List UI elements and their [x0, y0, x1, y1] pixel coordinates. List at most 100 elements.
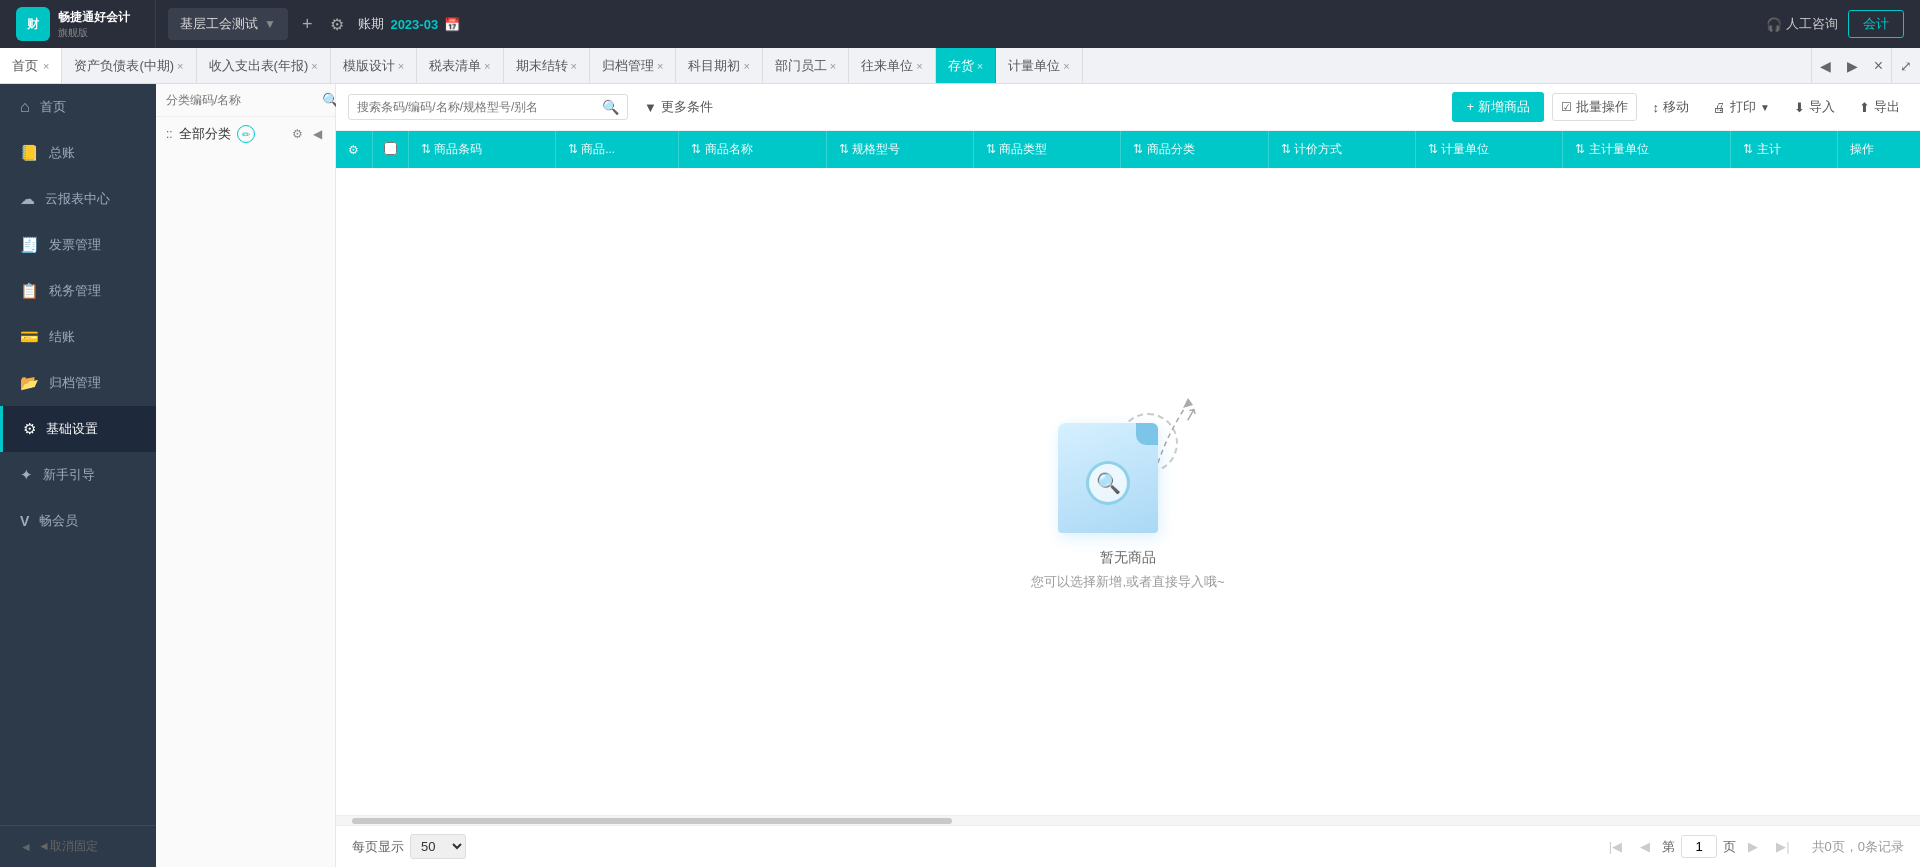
th-checkbox[interactable]: [372, 131, 408, 168]
empty-state: ↗: [336, 168, 1920, 815]
grid-icon: ::: [166, 127, 173, 141]
th-unit[interactable]: ⇅ 计量单位: [1416, 131, 1563, 168]
sidebar-item-ledger[interactable]: 📒 总账: [0, 130, 156, 176]
th-main2[interactable]: ⇅ 主计: [1731, 131, 1837, 168]
per-page-select[interactable]: 10 20 50 100: [410, 834, 466, 859]
company-name: 基层工会测试: [180, 15, 258, 33]
close-icon[interactable]: ×: [398, 60, 404, 72]
category-all-label[interactable]: 全部分类: [179, 125, 231, 143]
tab-inventory[interactable]: 存货 ×: [936, 48, 996, 84]
print-icon: 🖨: [1713, 100, 1726, 115]
close-icon[interactable]: ×: [311, 60, 317, 72]
tab-archive[interactable]: 归档管理 ×: [590, 48, 676, 84]
sidebar-item-basic[interactable]: ⚙ 基础设置: [0, 406, 156, 452]
empty-subtitle: 您可以选择新增,或者直接导入哦~: [1031, 573, 1224, 591]
tab-template[interactable]: 模版设计 ×: [331, 48, 417, 84]
move-button[interactable]: ↕ 移动: [1645, 94, 1698, 120]
sidebar-item-guide[interactable]: ✦ 新手引导: [0, 452, 156, 498]
page-next-btn[interactable]: ▶: [1742, 836, 1764, 857]
tab-partner[interactable]: 往来单位 ×: [849, 48, 935, 84]
sidebar-item-report[interactable]: ☁ 云报表中心: [0, 176, 156, 222]
th-spec[interactable]: ⇅ 规格型号: [826, 131, 973, 168]
logo-icon: 财: [16, 7, 50, 41]
star-icon: ✦: [20, 466, 33, 484]
logo-main-text: 畅捷通好会计: [58, 9, 130, 26]
tab-unit[interactable]: 计量单位 ×: [996, 48, 1082, 84]
tab-scroll-right[interactable]: ▶: [1839, 48, 1866, 84]
edit-circle-icon[interactable]: ✏: [237, 125, 255, 143]
category-settings-icon[interactable]: ⚙: [289, 125, 306, 143]
search-icon[interactable]: 🔍: [602, 99, 619, 115]
member-icon: V: [20, 513, 29, 529]
close-icon[interactable]: ×: [977, 60, 983, 72]
tab-subject[interactable]: 科目期初 ×: [676, 48, 762, 84]
close-icon[interactable]: ×: [657, 60, 663, 72]
tab-close-all[interactable]: ×: [1866, 48, 1891, 84]
tab-period-end[interactable]: 期末结转 ×: [504, 48, 590, 84]
move-icon: ↕: [1653, 100, 1660, 115]
sidebar-item-settlement[interactable]: 💳 结账: [0, 314, 156, 360]
home-icon: ⌂: [20, 98, 30, 116]
close-icon[interactable]: ×: [916, 60, 922, 72]
th-code[interactable]: ⇅ 商品...: [555, 131, 678, 168]
logo-sub-text: 旗舰版: [58, 26, 130, 40]
close-icon[interactable]: ×: [571, 60, 577, 72]
horizontal-scrollbar[interactable]: [336, 815, 1920, 825]
th-category[interactable]: ⇅ 商品分类: [1121, 131, 1268, 168]
th-type[interactable]: ⇅ 商品类型: [974, 131, 1121, 168]
settings-icon[interactable]: ⚙: [326, 15, 348, 34]
print-dropdown-icon: ▼: [1760, 102, 1770, 113]
tab-tax[interactable]: 税表清单 ×: [417, 48, 503, 84]
calendar-icon[interactable]: 📅: [444, 17, 460, 32]
svg-marker-0: [1183, 398, 1193, 408]
th-price-mode[interactable]: ⇅ 计价方式: [1268, 131, 1415, 168]
sidebar-item-archive[interactable]: 📂 归档管理: [0, 360, 156, 406]
th-barcode[interactable]: ⇅ 商品条码: [408, 131, 555, 168]
tab-expand[interactable]: ⤢: [1891, 48, 1920, 84]
collapse-panel-icon[interactable]: ◀: [310, 125, 325, 143]
sidebar-item-tax[interactable]: 📋 税务管理: [0, 268, 156, 314]
tab-balance[interactable]: 资产负债表(中期) ×: [62, 48, 196, 84]
print-button[interactable]: 🖨 打印 ▼: [1705, 94, 1778, 120]
kuaiji-button[interactable]: 会计: [1848, 10, 1904, 38]
product-table: ⚙ ⇅ 商品条码 ⇅ 商品... ⇅ 商品名称 ⇅ 规格型号 ⇅ 商品类型 ⇅ …: [336, 131, 1920, 168]
sidebar-item-member[interactable]: V 畅会员: [0, 498, 156, 544]
close-icon[interactable]: ×: [177, 60, 183, 72]
add-tab-button[interactable]: +: [298, 14, 317, 35]
sidebar-item-invoice[interactable]: 🧾 发票管理: [0, 222, 156, 268]
sidebar-item-home[interactable]: ⌂ 首页: [0, 84, 156, 130]
empty-title: 暂无商品: [1100, 549, 1156, 567]
tab-income[interactable]: 收入支出表(年报) ×: [197, 48, 331, 84]
tab-department[interactable]: 部门员工 ×: [763, 48, 849, 84]
th-settings[interactable]: ⚙: [336, 131, 372, 168]
export-button[interactable]: ⬆ 导出: [1851, 94, 1908, 120]
chevron-down-icon: ▼: [264, 17, 276, 31]
tab-home[interactable]: 首页 ×: [0, 48, 62, 84]
th-name[interactable]: ⇅ 商品名称: [679, 131, 826, 168]
add-product-button[interactable]: + 新增商品: [1452, 92, 1543, 122]
close-icon[interactable]: ×: [43, 60, 49, 72]
batch-button[interactable]: ☑ 批量操作: [1552, 93, 1637, 121]
tab-scroll-left[interactable]: ◀: [1812, 48, 1839, 84]
product-search-input[interactable]: [357, 100, 596, 114]
company-tab[interactable]: 基层工会测试 ▼: [168, 8, 288, 40]
filter-button[interactable]: ▼ 更多条件: [636, 94, 721, 120]
th-main-unit[interactable]: ⇅ 主计量单位: [1563, 131, 1731, 168]
close-icon[interactable]: ×: [830, 60, 836, 72]
consult-button[interactable]: 🎧 人工咨询: [1766, 15, 1838, 33]
category-search-input[interactable]: [166, 93, 316, 107]
total-records: 共0页，0条记录: [1812, 838, 1904, 856]
close-icon[interactable]: ×: [1063, 60, 1069, 72]
page-prev-btn[interactable]: ◀: [1634, 836, 1656, 857]
close-icon[interactable]: ×: [743, 60, 749, 72]
page-last-btn[interactable]: ▶|: [1770, 836, 1795, 857]
page-number-input[interactable]: [1681, 835, 1717, 858]
unpin-button[interactable]: ◄ ◄取消固定: [0, 825, 156, 867]
close-icon[interactable]: ×: [484, 60, 490, 72]
settlement-icon: 💳: [20, 328, 39, 346]
period-label: 账期: [358, 15, 384, 33]
checkbox-icon: ☑: [1561, 100, 1572, 114]
select-all-checkbox[interactable]: [384, 142, 397, 155]
import-button[interactable]: ⬇ 导入: [1786, 94, 1843, 120]
page-first-btn[interactable]: |◀: [1603, 836, 1628, 857]
